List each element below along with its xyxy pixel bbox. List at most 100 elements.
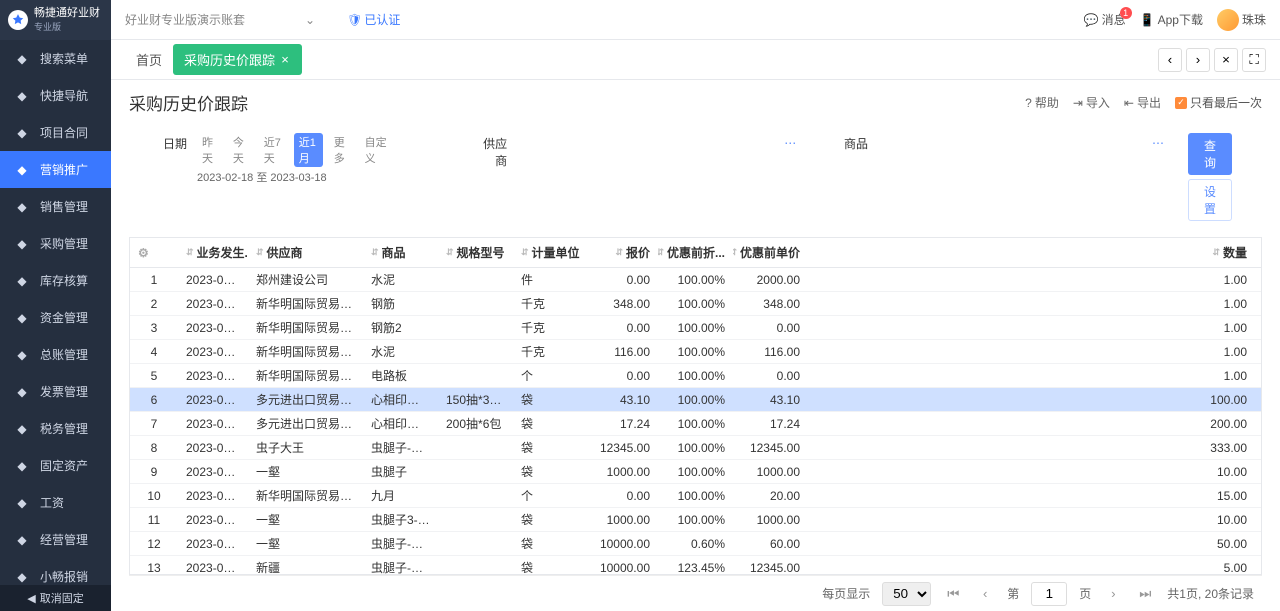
- import-button[interactable]: ⇥ 导入: [1073, 94, 1110, 111]
- table-row[interactable]: 72023-03-16多元进出口贸易有限...心相印抽纸...200抽*6包袋1…: [130, 412, 1261, 436]
- cell-index: 4: [130, 341, 178, 363]
- table-row[interactable]: 112023-03-12一壑虫腿子3-烧...袋1000.00100.00%10…: [130, 508, 1261, 532]
- user-menu[interactable]: 珠珠: [1217, 9, 1266, 31]
- setting-button[interactable]: 设置: [1188, 179, 1232, 221]
- supplier-more-icon[interactable]: ⋯: [781, 133, 801, 153]
- th-qty[interactable]: 数量: [1223, 244, 1247, 261]
- product-input[interactable]: [878, 133, 1138, 159]
- th-spec[interactable]: 规格型号: [457, 244, 505, 261]
- th-date[interactable]: 业务发生...: [197, 244, 248, 261]
- pill-last1m[interactable]: 近1月: [294, 133, 323, 167]
- table-row[interactable]: 52023-03-18新华明国际贸易有限...电路板个0.00100.00%0.…: [130, 364, 1261, 388]
- last-page-button[interactable]: ⏭: [1135, 584, 1155, 604]
- org-selector[interactable]: 好业财专业版演示账套 ⌄: [125, 11, 315, 28]
- tabs-fullscreen-button[interactable]: ⛶: [1242, 48, 1266, 72]
- cell-date: 2023-03-12: [178, 557, 248, 575]
- sidebar-item-book[interactable]: ◆总账管理: [0, 336, 111, 373]
- pill-today[interactable]: 今天: [228, 133, 253, 167]
- sidebar-item-search[interactable]: ◆搜索菜单: [0, 40, 111, 77]
- table-row[interactable]: 22023-03-18新华明国际贸易有限...钢筋千克348.00100.00%…: [130, 292, 1261, 316]
- app-download-button[interactable]: 📱 App下载: [1140, 11, 1203, 28]
- th-supplier[interactable]: 供应商: [267, 244, 303, 261]
- pill-more[interactable]: 更多: [329, 133, 354, 167]
- next-page-button[interactable]: ›: [1103, 584, 1123, 604]
- table-row[interactable]: 82023-03-15虫子大王虫腿子-先...袋12345.00100.00%1…: [130, 436, 1261, 460]
- sidebar-item-in[interactable]: ◆采购管理: [0, 225, 111, 262]
- sort-icon[interactable]: ⇵: [615, 249, 623, 256]
- sidebar-item-home[interactable]: ◆快捷导航: [0, 77, 111, 114]
- tabs-next-button[interactable]: ›: [1186, 48, 1210, 72]
- tabs-close-all-button[interactable]: ×: [1214, 48, 1238, 72]
- brand-logo-icon: [8, 10, 28, 30]
- cell-qty: 50.00: [1191, 533, 1261, 555]
- table-row[interactable]: 132023-03-12新疆虫腿子-先...袋10000.00123.45%12…: [130, 556, 1261, 574]
- sidebar-item-box[interactable]: ◆库存核算: [0, 262, 111, 299]
- sort-icon[interactable]: ⇵: [521, 249, 529, 256]
- th-product[interactable]: 商品: [382, 244, 406, 261]
- sidebar-item-megaphone[interactable]: ◆营销推广: [0, 151, 111, 188]
- table-row[interactable]: 12023-03-18郑州建设公司水泥件0.00100.00%2000.001.…: [130, 268, 1261, 292]
- messages-button[interactable]: 💬 消息 1: [1084, 11, 1126, 28]
- table-row[interactable]: 42023-03-18新华明国际贸易有限...水泥千克116.00100.00%…: [130, 340, 1261, 364]
- sidebar-item-asset[interactable]: ◆固定资产: [0, 447, 111, 484]
- th-price[interactable]: 报价: [626, 244, 650, 261]
- cell-product: 心相印抽纸...: [363, 387, 438, 412]
- sidebar-item-tax[interactable]: ◆税务管理: [0, 410, 111, 447]
- cell-unit-price: 2000.00: [733, 269, 808, 291]
- help-button[interactable]: ? 帮助: [1025, 94, 1059, 111]
- sidebar-item-reimb[interactable]: ◆小畅报销: [0, 558, 111, 585]
- table-row[interactable]: 92023-03-14一壑虫腿子袋1000.00100.00%1000.0010…: [130, 460, 1261, 484]
- sort-icon[interactable]: ⇵: [186, 249, 194, 256]
- only-last-checkbox[interactable]: ✓ 只看最后一次: [1175, 94, 1262, 111]
- th-disc[interactable]: 优惠前折...: [667, 244, 725, 261]
- cell-spec: [438, 516, 513, 524]
- per-page-select[interactable]: 50: [882, 582, 931, 606]
- sidebar-item-cart[interactable]: ◆销售管理: [0, 188, 111, 225]
- sidebar-item-coin[interactable]: ◆资金管理: [0, 299, 111, 336]
- supplier-input[interactable]: [517, 133, 770, 159]
- sort-icon[interactable]: ⇵: [658, 249, 664, 256]
- tab-label: 采购历史价跟踪: [184, 50, 275, 69]
- sort-icon[interactable]: ⇵: [371, 249, 379, 256]
- gear-icon[interactable]: ⚙: [138, 246, 149, 260]
- sidebar-item-invoice[interactable]: ◆发票管理: [0, 373, 111, 410]
- first-page-button[interactable]: ⏮: [943, 584, 963, 604]
- sidebar-item-manage[interactable]: ◆经营管理: [0, 521, 111, 558]
- cell-unit: 袋: [513, 387, 588, 412]
- cell-spec: [438, 372, 513, 380]
- cell-date: 2023-03-18: [178, 317, 248, 339]
- page-input[interactable]: [1031, 582, 1067, 606]
- sidebar-unpin[interactable]: ◀ 取消固定: [0, 585, 111, 611]
- sort-icon[interactable]: ⇵: [256, 249, 264, 256]
- th-unit[interactable]: 计量单位: [532, 244, 580, 261]
- prev-page-button[interactable]: ‹: [975, 584, 995, 604]
- query-button[interactable]: 查询: [1188, 133, 1232, 175]
- pill-yesterday[interactable]: 昨天: [197, 133, 222, 167]
- table-row[interactable]: 32023-03-18新华明国际贸易有限...钢筋2千克0.00100.00%0…: [130, 316, 1261, 340]
- cell-date: 2023-03-15: [178, 437, 248, 459]
- table-row[interactable]: 62023-03-16多元进出口贸易有限...心相印抽纸...150抽*3包..…: [130, 388, 1261, 412]
- pill-last7[interactable]: 近7天: [259, 133, 288, 167]
- cell-unit-price: 0.00: [733, 317, 808, 339]
- cell-date: 2023-03-12: [178, 509, 248, 531]
- export-button[interactable]: ⇤ 导出: [1124, 94, 1161, 111]
- tabs-prev-button[interactable]: ‹: [1158, 48, 1182, 72]
- tab-purchase-history[interactable]: 采购历史价跟踪 ×: [173, 44, 302, 75]
- cell-supplier: 一壑: [248, 531, 363, 556]
- th-unitp[interactable]: 优惠前单价: [740, 244, 800, 261]
- cell-price: 0.00: [588, 365, 658, 387]
- product-more-icon[interactable]: ⋯: [1148, 133, 1168, 153]
- sidebar-item-file[interactable]: ◆项目合同: [0, 114, 111, 151]
- sort-icon[interactable]: ⇵: [733, 249, 737, 256]
- cell-date: 2023-03-18: [178, 365, 248, 387]
- table-row[interactable]: 102023-03-13新华明国际贸易有限...九月个0.00100.00%20…: [130, 484, 1261, 508]
- tab-home-label: 首页: [136, 50, 162, 69]
- sort-icon[interactable]: ⇵: [446, 249, 454, 256]
- tab-home[interactable]: 首页: [125, 44, 173, 75]
- cell-index: 1: [130, 269, 178, 291]
- sidebar-item-salary[interactable]: ◆工资: [0, 484, 111, 521]
- sort-icon[interactable]: ⇵: [1212, 249, 1220, 256]
- close-icon[interactable]: ×: [279, 54, 291, 66]
- table-row[interactable]: 122023-03-12一壑虫腿子-先...袋10000.000.60%60.0…: [130, 532, 1261, 556]
- pill-custom[interactable]: 自定义: [360, 133, 392, 167]
